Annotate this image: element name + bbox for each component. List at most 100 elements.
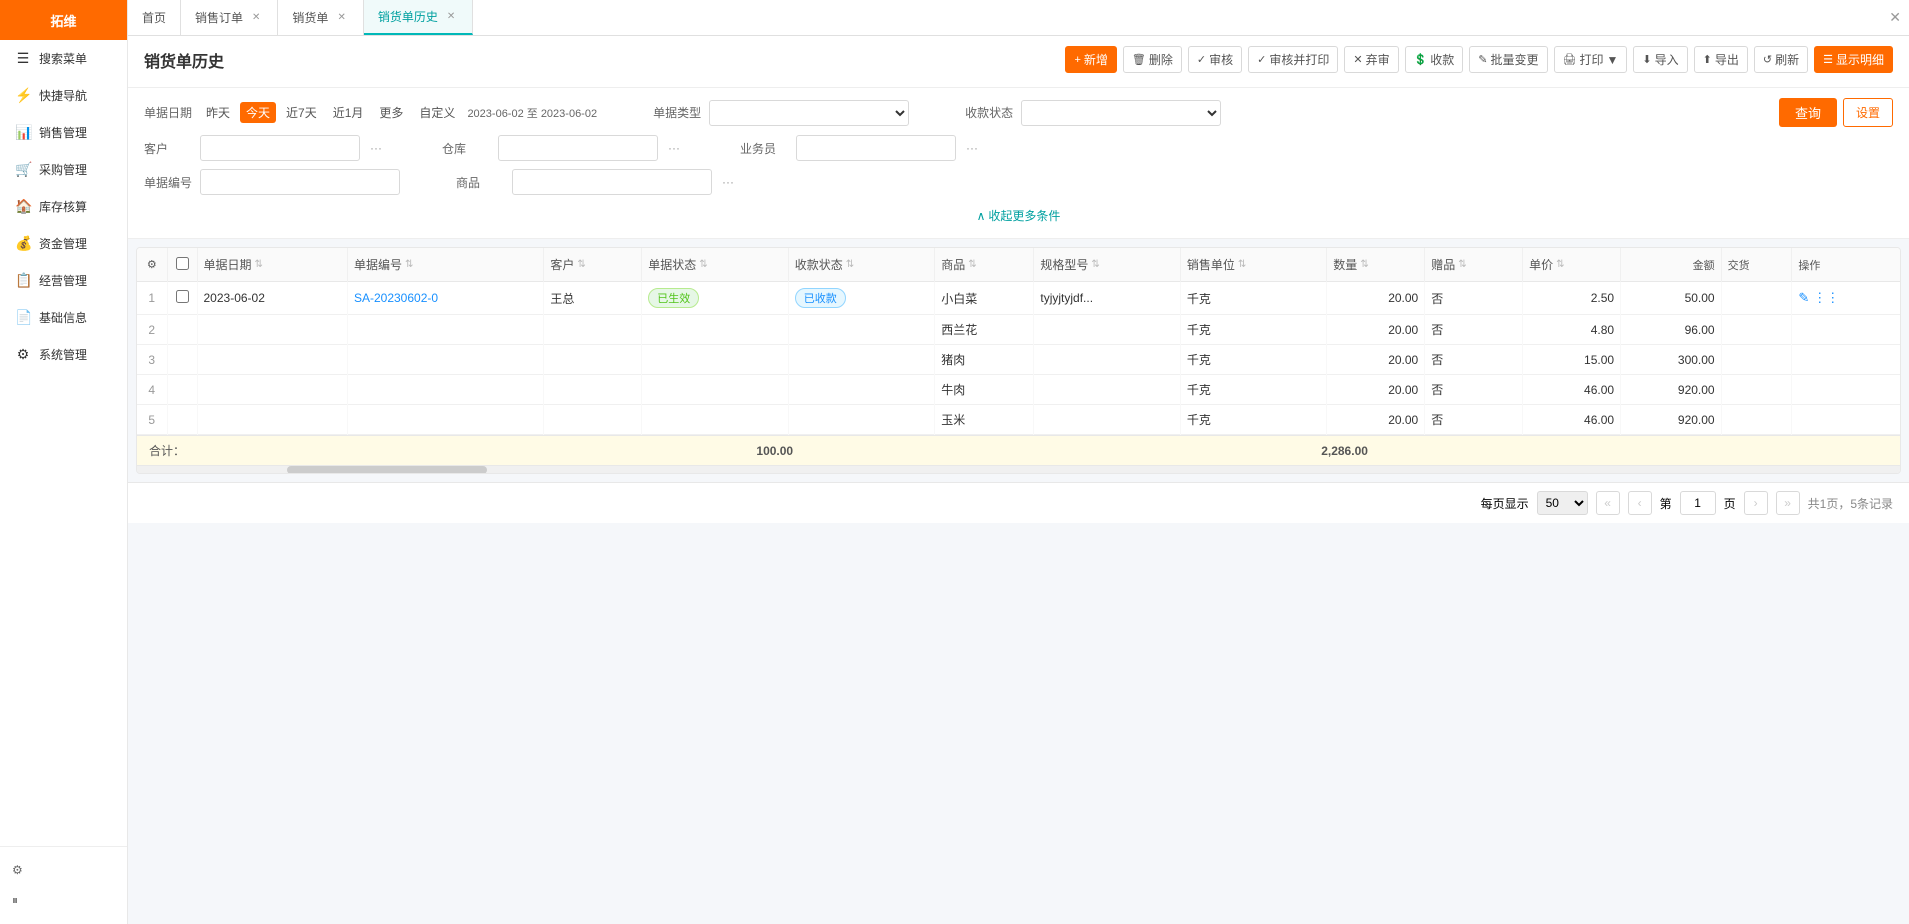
- sidebar-item-search-menu[interactable]: ☰ 搜索菜单: [0, 40, 127, 77]
- row-sales-unit-cell: 千克: [1180, 315, 1326, 345]
- th-settings[interactable]: ⚙: [137, 248, 167, 282]
- row-doc-date-cell: 2023-06-02: [197, 282, 347, 315]
- filter-doctype-item: 单据类型: [653, 100, 909, 126]
- date-chip-yesterday[interactable]: 昨天: [200, 102, 236, 123]
- customer-ellipsis[interactable]: ···: [366, 141, 386, 155]
- page-suffix: 页: [1724, 495, 1736, 512]
- doc-no-link[interactable]: SA-20230602-0: [354, 291, 438, 305]
- print-button[interactable]: 🖨 打印 ▼: [1554, 46, 1628, 73]
- next-page-button[interactable]: ›: [1744, 491, 1768, 515]
- th-unit-price[interactable]: 单价⇅: [1523, 248, 1621, 282]
- filter-date-item: 单据日期 昨天 今天 近7天 近1月 更多 自定义 2023-06-02 至 2…: [144, 102, 597, 123]
- audit-print-button[interactable]: ✓ 审核并打印: [1248, 46, 1338, 73]
- filter-staff-label: 业务员: [740, 140, 790, 157]
- show-detail-icon: ☰: [1823, 53, 1833, 66]
- refresh-button[interactable]: ↺ 刷新: [1754, 46, 1808, 73]
- sidebar-item-inventory-calc[interactable]: 🏠 库存核算: [0, 188, 127, 225]
- date-chip-custom[interactable]: 自定义: [413, 102, 461, 123]
- date-chip-1month[interactable]: 近1月: [327, 102, 370, 123]
- sidebar-item-sys-mgmt[interactable]: ⚙ 系统管理: [0, 336, 127, 373]
- filter-doctype-select[interactable]: [709, 100, 909, 126]
- date-chip-7days[interactable]: 近7天: [280, 102, 323, 123]
- staff-ellipsis[interactable]: ···: [962, 141, 982, 155]
- filter-docno-input[interactable]: [200, 169, 400, 195]
- abandon-button[interactable]: ✕ 弃审: [1344, 46, 1398, 73]
- sidebar-item-ops-mgmt[interactable]: 📋 经营管理: [0, 262, 127, 299]
- export-button[interactable]: ⬆ 导出: [1694, 46, 1748, 73]
- footer-total-quantity: 100.00: [693, 444, 813, 458]
- batch-change-icon: ✎: [1478, 53, 1487, 66]
- collapse-filter-button[interactable]: ∧ 收起更多条件: [144, 203, 1893, 228]
- filter-collect-status-select[interactable]: [1021, 100, 1221, 126]
- date-chip-today[interactable]: 今天: [240, 102, 276, 123]
- warehouse-ellipsis[interactable]: ···: [664, 141, 684, 155]
- th-collect-status[interactable]: 收款状态⇅: [788, 248, 934, 282]
- filter-customer-item: 客户 ···: [144, 135, 386, 161]
- horizontal-scrollbar[interactable]: [137, 465, 1900, 473]
- per-page-select[interactable]: 50 100 200: [1537, 491, 1588, 515]
- tab-close-sales-order[interactable]: ✕: [249, 11, 263, 24]
- tab-sales-delivery[interactable]: 销货单 ✕: [278, 0, 363, 35]
- select-all-checkbox[interactable]: [176, 257, 189, 270]
- row-num-cell: 4: [137, 375, 167, 405]
- row-customer-cell: [544, 375, 642, 405]
- row-transaction-cell: [1721, 375, 1792, 405]
- row-quantity-cell: 20.00: [1327, 405, 1425, 435]
- more-action-icon[interactable]: ⋮⋮: [1813, 290, 1839, 306]
- th-sales-unit[interactable]: 销售单位⇅: [1180, 248, 1326, 282]
- tab-close-sales-history[interactable]: ✕: [444, 10, 458, 23]
- prev-page-button[interactable]: ‹: [1628, 491, 1652, 515]
- filter-warehouse-item: 仓库 ···: [442, 135, 684, 161]
- new-button[interactable]: + 新增: [1065, 46, 1116, 73]
- sidebar-bottom-settings[interactable]: ⚙: [0, 855, 127, 885]
- date-chip-more[interactable]: 更多: [373, 102, 409, 123]
- row-checkbox[interactable]: [176, 290, 189, 303]
- last-page-button[interactable]: »: [1776, 491, 1800, 515]
- sidebar-bottom-pause[interactable]: ⏸: [0, 885, 127, 916]
- tab-sales-history[interactable]: 销货单历史 ✕: [364, 0, 473, 35]
- th-goods[interactable]: 商品⇅: [935, 248, 1034, 282]
- show-detail-button[interactable]: ☰ 显示明细: [1814, 46, 1893, 73]
- date-chips: 昨天 今天 近7天 近1月 更多 自定义: [200, 102, 461, 123]
- sidebar-item-quick-nav[interactable]: ⚡ 快捷导航: [0, 77, 127, 114]
- row-action-cell: [1792, 405, 1900, 435]
- sidebar-item-basic-info[interactable]: 📄 基础信息: [0, 299, 127, 336]
- th-spec-type[interactable]: 规格型号⇅: [1034, 248, 1180, 282]
- sidebar-item-capital-mgmt[interactable]: 💰 资金管理: [0, 225, 127, 262]
- filter-collect-status-item: 收款状态: [965, 100, 1221, 126]
- import-button[interactable]: ⬇ 导入: [1633, 46, 1687, 73]
- query-button[interactable]: 查询: [1779, 98, 1837, 127]
- th-quantity[interactable]: 数量⇅: [1327, 248, 1425, 282]
- filter-staff-input[interactable]: [796, 135, 956, 161]
- filter-warehouse-input[interactable]: [498, 135, 658, 161]
- setting-button[interactable]: 设置: [1843, 98, 1893, 127]
- row-checkbox-cell: [167, 282, 197, 315]
- collect-button[interactable]: 💲 收款: [1405, 46, 1464, 73]
- page-input[interactable]: [1680, 491, 1716, 515]
- scroll-thumb[interactable]: [287, 466, 487, 474]
- audit-button[interactable]: ✓ 审核: [1188, 46, 1242, 73]
- sidebar-item-sales-mgmt[interactable]: 📊 销售管理: [0, 114, 127, 151]
- edit-action-icon[interactable]: ✎: [1798, 290, 1809, 306]
- th-gift[interactable]: 赠品⇅: [1425, 248, 1523, 282]
- goods-ellipsis[interactable]: ···: [718, 175, 738, 189]
- th-customer[interactable]: 客户⇅: [544, 248, 642, 282]
- tab-close-sales-delivery[interactable]: ✕: [334, 11, 348, 24]
- th-doc-no[interactable]: 单据编号⇅: [347, 248, 543, 282]
- th-doc-date[interactable]: 单据日期⇅: [197, 248, 347, 282]
- filter-docno-label: 单据编号: [144, 174, 194, 191]
- ops-mgmt-icon: 📋: [15, 272, 31, 289]
- tab-bar-close[interactable]: ✕: [1889, 9, 1909, 26]
- delete-button[interactable]: 🗑 删除: [1123, 46, 1182, 73]
- sidebar-item-purchase-mgmt[interactable]: 🛒 采购管理: [0, 151, 127, 188]
- tab-sales-order[interactable]: 销售订单 ✕: [181, 0, 278, 35]
- th-doc-status[interactable]: 单据状态⇅: [642, 248, 788, 282]
- filter-customer-input[interactable]: [200, 135, 360, 161]
- filter-doctype-label: 单据类型: [653, 104, 703, 121]
- row-quantity-cell: 20.00: [1327, 315, 1425, 345]
- tab-home[interactable]: 首页: [128, 0, 181, 35]
- first-page-button[interactable]: «: [1596, 491, 1620, 515]
- batch-change-button[interactable]: ✎ 批量变更: [1469, 46, 1547, 73]
- row-doc-date-cell: [197, 345, 347, 375]
- filter-goods-input[interactable]: [512, 169, 712, 195]
